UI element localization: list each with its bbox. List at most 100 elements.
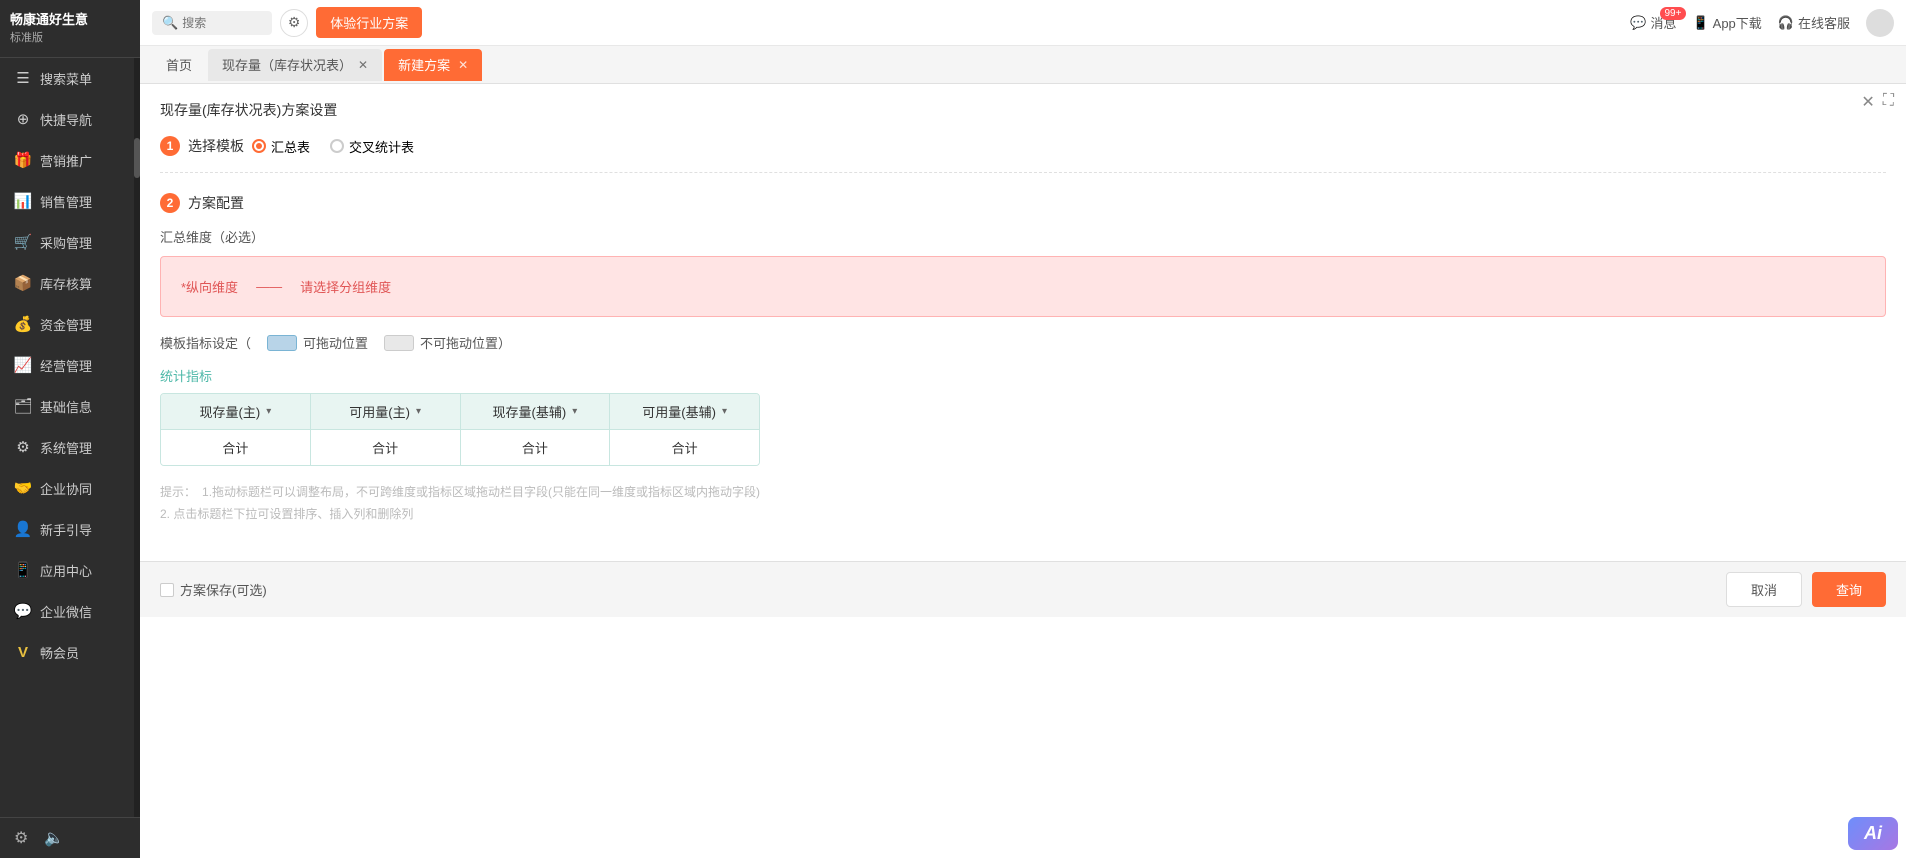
finance-icon: 💰 — [14, 315, 32, 333]
stats-table: 现存量(主) ▾ 可用量(主) ▾ 现存量(基辅 — [160, 393, 760, 466]
sidebar-item-quicknav[interactable]: ⊕ 快捷导航 — [0, 99, 140, 140]
col-2-head[interactable]: 可用量(主) ▾ — [311, 394, 460, 430]
sidebar-item-vip[interactable]: V 畅会员 — [0, 632, 140, 673]
sidebar-item-label: 库存核算 — [40, 274, 92, 293]
col-3-value: 合计 — [461, 430, 610, 465]
tip-title: 提示： 1.拖动标题栏可以调整布局，不可跨维度或指标区域拖动栏目字段(只能在同一… — [160, 482, 1886, 504]
col-1: 现存量(主) ▾ — [161, 394, 311, 430]
immovable-indicator: 不可拖动位置） — [384, 333, 511, 352]
section2-header: 2 方案配置 — [160, 193, 1886, 213]
section-config: 2 方案配置 汇总维度（必选） *纵向维度 —— 请选择分组维度 模板指标设定（ — [160, 193, 1886, 525]
sidebar-item-appstore[interactable]: 📱 应用中心 — [0, 550, 140, 591]
sidebar-item-inventory[interactable]: 📦 库存核算 — [0, 263, 140, 304]
sales-icon: 📊 — [14, 192, 32, 210]
sidebar-item-purchase[interactable]: 🛒 采购管理 — [0, 222, 140, 263]
ai-badge[interactable]: Ai — [1848, 817, 1898, 850]
settings-icon[interactable]: ⚙ — [14, 828, 28, 848]
mobile-icon: 📱 — [1692, 15, 1708, 31]
speaker-icon[interactable]: 🔈 — [44, 828, 64, 848]
message-button[interactable]: 💬 消息 99+ — [1630, 13, 1676, 32]
topbar-search-box[interactable]: 🔍 — [152, 11, 272, 35]
sidebar-item-newbie[interactable]: 👤 新手引导 — [0, 509, 140, 550]
col-3-head[interactable]: 现存量(基辅) ▾ — [461, 394, 610, 430]
col-4-label: 可用量(基辅) — [642, 402, 716, 421]
message-icon: 💬 — [1630, 15, 1646, 31]
col-4-head[interactable]: 可用量(基辅) ▾ — [610, 394, 759, 430]
sidebar-item-operations[interactable]: 📈 经营管理 — [0, 345, 140, 386]
close-panel-button[interactable]: ✕ — [1861, 92, 1874, 112]
sidebar-item-label: 搜索菜单 — [40, 69, 92, 88]
template-radio-group: 汇总表 交叉统计表 — [252, 137, 414, 156]
sidebar-item-search[interactable]: ☰ 搜索菜单 — [0, 58, 140, 99]
basic-info-icon: 🗂 — [14, 397, 32, 415]
topbar: 🔍 ⚙ 体验行业方案 💬 消息 99+ 📱 App下载 🎧 在线客服 — [140, 0, 1906, 46]
section2-title: 方案配置 — [188, 193, 244, 213]
radio-crosstab[interactable]: 交叉统计表 — [330, 137, 414, 156]
template-indicator: 模板指标设定（ 可拖动位置 不可拖动位置） — [160, 333, 1886, 352]
tab-new-scheme[interactable]: 新建方案 ✕ — [384, 49, 482, 81]
stats-section-title: 统计指标 — [160, 366, 1886, 385]
online-service-button[interactable]: 🎧 在线客服 — [1778, 13, 1850, 32]
col-1-value: 合计 — [161, 430, 310, 465]
content-area: ✕ ⛶ 现存量(库存状况表)方案设置 1 选择模板 汇总表 — [140, 84, 1906, 858]
tab-inventory-label: 现存量（库存状况表） — [222, 55, 352, 74]
tab-inventory[interactable]: 现存量（库存状况表） ✕ — [208, 49, 382, 81]
sidebar-item-label: 新手引导 — [40, 520, 92, 539]
tab-home[interactable]: 首页 — [152, 49, 206, 81]
sidebar-item-label: 系统管理 — [40, 438, 92, 457]
online-service-label: 在线客服 — [1798, 13, 1850, 32]
tabbar: 首页 现存量（库存状况表） ✕ 新建方案 ✕ — [140, 46, 1906, 84]
section2-num: 2 — [160, 193, 180, 213]
gear-button[interactable]: ⚙ — [280, 9, 308, 37]
topbar-right: 💬 消息 99+ 📱 App下载 🎧 在线客服 — [1630, 9, 1894, 37]
expand-panel-button[interactable]: ⛶ — [1883, 92, 1894, 112]
col-4: 可用量(基辅) ▾ — [610, 394, 759, 430]
ai-label: Ai — [1864, 823, 1882, 843]
immovable-box — [384, 335, 414, 351]
section1-num: 1 — [160, 136, 180, 156]
tab-new-scheme-close[interactable]: ✕ — [458, 58, 468, 72]
radio-summary-label: 汇总表 — [271, 137, 310, 156]
sidebar-item-label: 销售管理 — [40, 192, 92, 211]
sidebar-item-basic-info[interactable]: 🗂 基础信息 — [0, 386, 140, 427]
search-menu-icon: ☰ — [14, 69, 32, 87]
system-icon: ⚙ — [14, 438, 32, 456]
sidebar-item-wechat[interactable]: 💬 企业微信 — [0, 591, 140, 632]
save-checkbox[interactable] — [160, 583, 174, 597]
app-download-button[interactable]: 📱 App下载 — [1692, 13, 1761, 32]
vertical-dim-placeholder[interactable]: 请选择分组维度 — [300, 277, 391, 296]
vip-icon: V — [14, 643, 32, 661]
sidebar-item-marketing[interactable]: 🎁 营销推广 — [0, 140, 140, 181]
template-indicator-prefix: 模板指标设定（ — [160, 333, 251, 352]
bottom-actions: 取消 查询 — [1726, 572, 1886, 607]
col-2-label: 可用量(主) — [349, 402, 410, 421]
cancel-button[interactable]: 取消 — [1726, 572, 1802, 607]
search-input[interactable] — [182, 16, 262, 30]
col-1-head[interactable]: 现存量(主) ▾ — [161, 394, 310, 430]
col-4-value: 合计 — [610, 430, 759, 465]
sidebar-item-label: 资金管理 — [40, 315, 92, 334]
col-1-body: 合计 — [161, 430, 311, 465]
marketing-icon: 🎁 — [14, 151, 32, 169]
save-option-label: 方案保存(可选) — [180, 580, 267, 599]
trial-industry-button[interactable]: 体验行业方案 — [316, 7, 422, 38]
col-1-chevron: ▾ — [266, 406, 271, 417]
col-3-body: 合计 — [461, 430, 611, 465]
vertical-dim-area[interactable]: *纵向维度 —— 请选择分组维度 — [160, 256, 1886, 317]
tip-item-2: 2. 点击标题栏下拉可设置排序、插入列和删除列 — [160, 504, 413, 526]
radio-summary[interactable]: 汇总表 — [252, 137, 310, 156]
newbie-icon: 👤 — [14, 520, 32, 538]
sidebar-item-sales[interactable]: 📊 销售管理 — [0, 181, 140, 222]
tab-home-label: 首页 — [166, 55, 192, 74]
radio-summary-dot — [252, 139, 266, 153]
sidebar-item-label: 畅会员 — [40, 643, 79, 662]
sidebar-item-finance[interactable]: 💰 资金管理 — [0, 304, 140, 345]
sidebar-item-enterprise[interactable]: 🤝 企业协同 — [0, 468, 140, 509]
tab-inventory-close[interactable]: ✕ — [358, 58, 368, 72]
sidebar-item-system[interactable]: ⚙ 系统管理 — [0, 427, 140, 468]
tip-line-2: 2. 点击标题栏下拉可设置排序、插入列和删除列 — [160, 504, 1886, 526]
col-2-body: 合计 — [311, 430, 461, 465]
section-template: 1 选择模板 汇总表 交叉统计表 — [160, 136, 1886, 173]
user-avatar[interactable] — [1866, 9, 1894, 37]
query-button[interactable]: 查询 — [1812, 572, 1886, 607]
